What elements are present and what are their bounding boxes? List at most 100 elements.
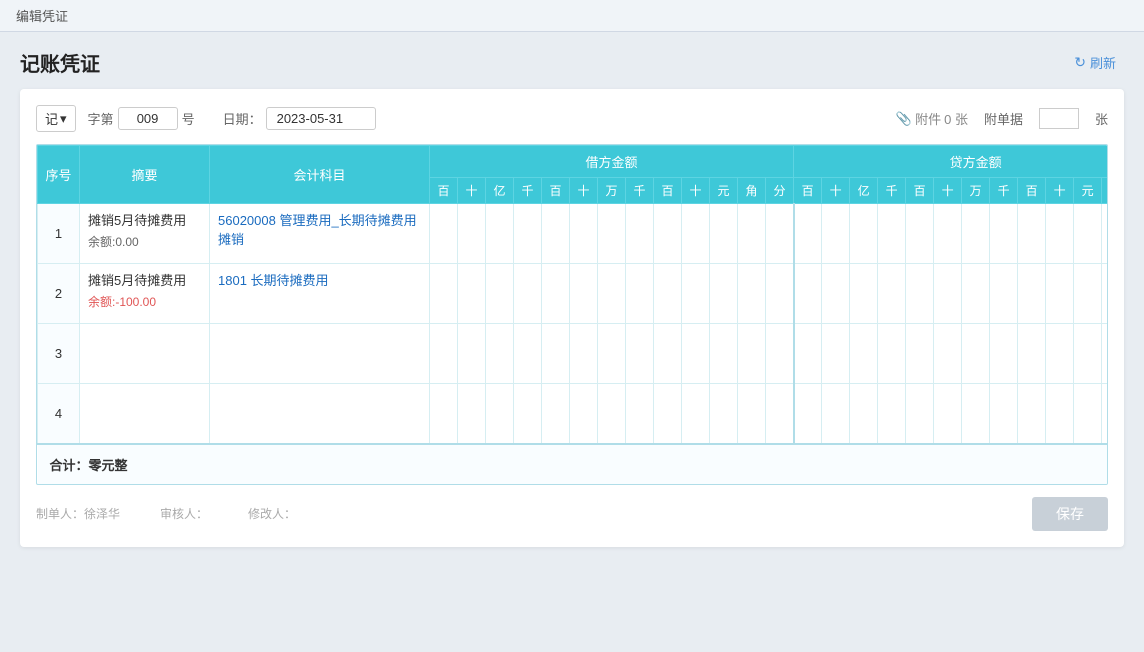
row-credit-4-col-1[interactable]: [822, 384, 850, 444]
row-debit-3-col-10[interactable]: [710, 324, 738, 384]
row-debit-4-col-1[interactable]: [458, 384, 486, 444]
row-credit-3-col-8[interactable]: [1018, 324, 1046, 384]
row-credit-2-col-2[interactable]: [850, 264, 878, 324]
attachment-link[interactable]: 📎 附件 0 张: [896, 109, 968, 128]
ji-button[interactable]: 记 ▾: [36, 105, 76, 132]
row-credit-4-col-10[interactable]: [1074, 384, 1102, 444]
row-credit-2-col-7[interactable]: [990, 264, 1018, 324]
row-credit-3-col-5[interactable]: [934, 324, 962, 384]
row-credit-4-col-6[interactable]: [962, 384, 990, 444]
row-debit-4-col-4[interactable]: [542, 384, 570, 444]
row-credit-1-col-3[interactable]: [878, 204, 906, 264]
row-debit-3-col-4[interactable]: [542, 324, 570, 384]
row-debit-2-col-9[interactable]: [682, 264, 710, 324]
row-credit-3-col-7[interactable]: [990, 324, 1018, 384]
row-credit-2-col-1[interactable]: [822, 264, 850, 324]
row-credit-4-col-2[interactable]: [850, 384, 878, 444]
row-debit-2-col-2[interactable]: [486, 264, 514, 324]
row-debit-3-col-9[interactable]: [682, 324, 710, 384]
row-credit-3-col-6[interactable]: [962, 324, 990, 384]
row-credit-3-col-0[interactable]: [794, 324, 822, 384]
row-debit-3-col-8[interactable]: [654, 324, 682, 384]
table-row[interactable]: 1摊销5月待摊费用余额:0.0056020008 管理费用_长期待摊费用摊销: [38, 204, 1109, 264]
row-summary-1[interactable]: 摊销5月待摊费用余额:0.00: [80, 204, 210, 264]
row-account-4[interactable]: [210, 384, 430, 444]
row-debit-2-col-0[interactable]: [430, 264, 458, 324]
row-debit-2-col-10[interactable]: [710, 264, 738, 324]
row-debit-2-col-3[interactable]: [514, 264, 542, 324]
row-debit-2-col-11[interactable]: [738, 264, 766, 324]
row-credit-1-col-4[interactable]: [906, 204, 934, 264]
row-debit-1-col-0[interactable]: [430, 204, 458, 264]
row-debit-1-col-9[interactable]: [682, 204, 710, 264]
row-debit-1-col-11[interactable]: [738, 204, 766, 264]
row-debit-4-col-0[interactable]: [430, 384, 458, 444]
row-credit-4-col-4[interactable]: [906, 384, 934, 444]
row-debit-3-col-7[interactable]: [626, 324, 654, 384]
row-debit-1-col-12[interactable]: [766, 204, 794, 264]
row-credit-3-col-1[interactable]: [822, 324, 850, 384]
row-credit-3-col-2[interactable]: [850, 324, 878, 384]
row-credit-1-col-8[interactable]: [1018, 204, 1046, 264]
row-credit-4-col-8[interactable]: [1018, 384, 1046, 444]
row-credit-2-col-5[interactable]: [934, 264, 962, 324]
row-debit-4-col-2[interactable]: [486, 384, 514, 444]
row-credit-2-col-3[interactable]: [878, 264, 906, 324]
fujian-label[interactable]: 附单据: [984, 109, 1023, 128]
row-credit-2-col-4[interactable]: [906, 264, 934, 324]
row-debit-2-col-8[interactable]: [654, 264, 682, 324]
row-debit-1-col-1[interactable]: [458, 204, 486, 264]
row-credit-4-col-7[interactable]: [990, 384, 1018, 444]
table-row[interactable]: 3: [38, 324, 1109, 384]
row-debit-3-col-3[interactable]: [514, 324, 542, 384]
row-credit-1-col-6[interactable]: [962, 204, 990, 264]
row-debit-2-col-12[interactable]: [766, 264, 794, 324]
row-debit-1-col-3[interactable]: [514, 204, 542, 264]
row-credit-1-col-11[interactable]: [1102, 204, 1108, 264]
row-credit-2-col-8[interactable]: [1018, 264, 1046, 324]
row-summary-3[interactable]: [80, 324, 210, 384]
row-credit-3-col-11[interactable]: [1102, 324, 1108, 384]
row-credit-1-col-10[interactable]: [1074, 204, 1102, 264]
row-debit-1-col-5[interactable]: [570, 204, 598, 264]
row-debit-3-col-1[interactable]: [458, 324, 486, 384]
row-debit-4-col-6[interactable]: [598, 384, 626, 444]
table-row[interactable]: 2摊销5月待摊费用余额:-100.001801 长期待摊费用: [38, 264, 1109, 324]
row-credit-4-col-5[interactable]: [934, 384, 962, 444]
row-credit-4-col-9[interactable]: [1046, 384, 1074, 444]
row-debit-4-col-3[interactable]: [514, 384, 542, 444]
row-summary-2[interactable]: 摊销5月待摊费用余额:-100.00: [80, 264, 210, 324]
row-credit-2-col-9[interactable]: [1046, 264, 1074, 324]
row-credit-2-col-10[interactable]: [1074, 264, 1102, 324]
row-debit-1-col-7[interactable]: [626, 204, 654, 264]
row-credit-1-col-2[interactable]: [850, 204, 878, 264]
row-debit-1-col-4[interactable]: [542, 204, 570, 264]
row-credit-3-col-4[interactable]: [906, 324, 934, 384]
row-debit-4-col-10[interactable]: [710, 384, 738, 444]
row-debit-2-col-5[interactable]: [570, 264, 598, 324]
row-debit-4-col-9[interactable]: [682, 384, 710, 444]
row-account-2[interactable]: 1801 长期待摊费用: [210, 264, 430, 324]
row-credit-2-col-0[interactable]: [794, 264, 822, 324]
row-debit-2-col-7[interactable]: [626, 264, 654, 324]
row-credit-4-col-3[interactable]: [878, 384, 906, 444]
row-debit-4-col-12[interactable]: [766, 384, 794, 444]
row-credit-1-col-5[interactable]: [934, 204, 962, 264]
row-credit-3-col-10[interactable]: [1074, 324, 1102, 384]
row-debit-3-col-5[interactable]: [570, 324, 598, 384]
zi-input[interactable]: [118, 107, 178, 130]
row-credit-3-col-9[interactable]: [1046, 324, 1074, 384]
row-debit-2-col-4[interactable]: [542, 264, 570, 324]
save-button[interactable]: 保存: [1032, 497, 1108, 531]
row-debit-3-col-11[interactable]: [738, 324, 766, 384]
table-row[interactable]: 4: [38, 384, 1109, 444]
row-credit-1-col-0[interactable]: [794, 204, 822, 264]
zhang-input[interactable]: [1039, 108, 1079, 129]
row-credit-1-col-7[interactable]: [990, 204, 1018, 264]
row-debit-1-col-6[interactable]: [598, 204, 626, 264]
row-debit-4-col-5[interactable]: [570, 384, 598, 444]
row-debit-4-col-7[interactable]: [626, 384, 654, 444]
row-credit-4-col-11[interactable]: [1102, 384, 1108, 444]
row-debit-1-col-10[interactable]: [710, 204, 738, 264]
row-debit-3-col-12[interactable]: [766, 324, 794, 384]
